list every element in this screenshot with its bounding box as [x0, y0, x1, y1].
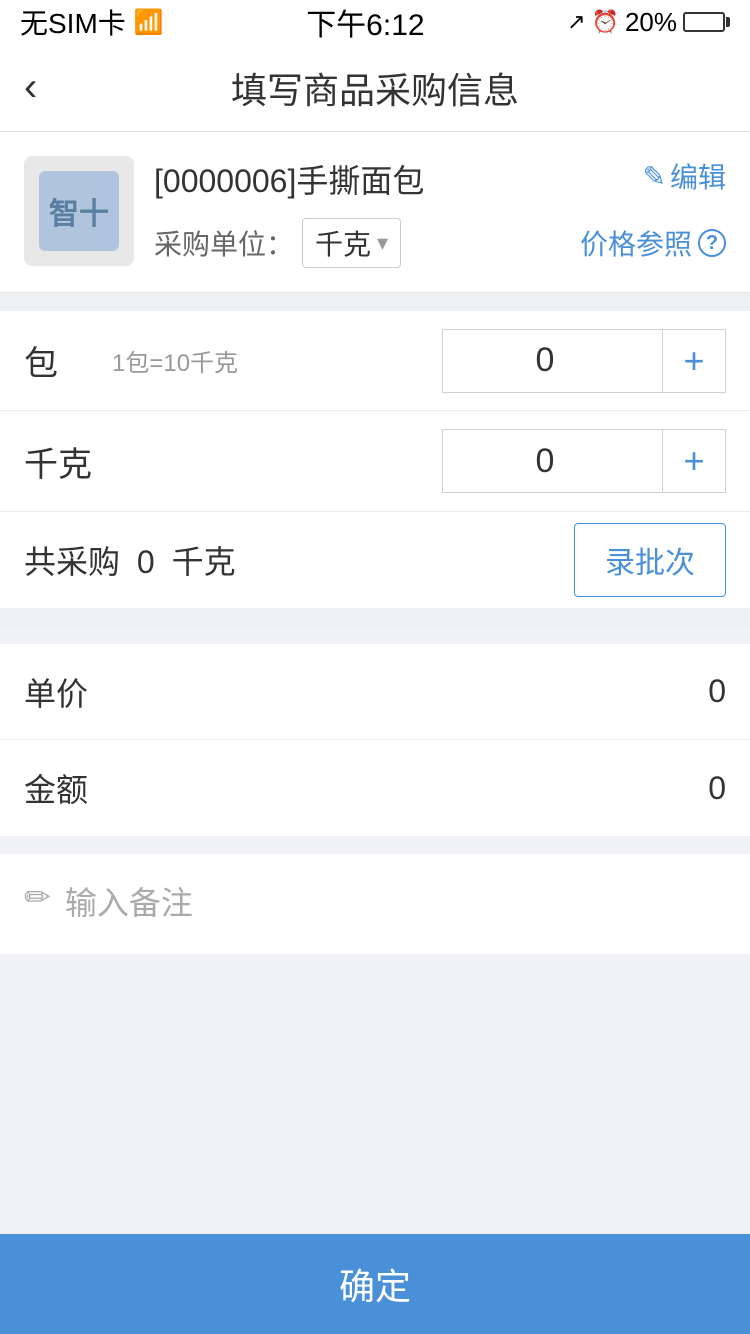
- product-logo: 智十: [39, 171, 119, 251]
- product-name-row: [0000006]手撕面包 ✎ 编辑: [154, 156, 726, 202]
- nav-bar: ‹ 填写商品采购信息: [0, 44, 750, 132]
- kg-input[interactable]: [442, 429, 662, 493]
- product-info: [0000006]手撕面包 ✎ 编辑 采购单位： 千克 ▾ 价格参照 ?: [154, 156, 726, 268]
- back-button[interactable]: ‹: [24, 65, 37, 110]
- bag-input[interactable]: [442, 329, 662, 393]
- amount-label: 金额: [24, 765, 88, 811]
- product-image: 智十: [24, 156, 134, 266]
- battery-icon: [683, 12, 730, 32]
- kg-label: 千克: [24, 437, 104, 486]
- edit-label: 编辑: [670, 156, 726, 196]
- unit-value: 千克: [315, 223, 371, 263]
- record-batch-button[interactable]: 录批次: [574, 523, 726, 597]
- alarm-icon: ⏰: [592, 9, 619, 35]
- kg-plus-button[interactable]: +: [662, 429, 726, 493]
- status-bar: 无SIM卡 📶 下午6:12 ↗ ⏰ 20%: [0, 0, 750, 44]
- status-time: 下午6:12: [306, 0, 424, 44]
- summary-unit: 千克: [172, 544, 236, 580]
- input-section: 包 1包=10千克 + 千克 +: [0, 311, 750, 511]
- wifi-icon: 📶: [134, 8, 164, 37]
- status-left: 无SIM卡 📶: [20, 2, 164, 42]
- summary-section: 共采购 0 千克 录批次: [0, 511, 750, 608]
- unit-price-value: 0: [708, 673, 726, 710]
- amount-value: 0: [708, 770, 726, 807]
- product-card: 智十 [0000006]手撕面包 ✎ 编辑 采购单位： 千克 ▾: [0, 132, 750, 293]
- unit-row: 采购单位： 千克 ▾ 价格参照 ?: [154, 218, 726, 268]
- kg-plus-icon: +: [683, 440, 704, 482]
- amount-row: 金额 0: [0, 740, 750, 836]
- summary-value: 0: [137, 544, 155, 580]
- page-title: 填写商品采购信息: [231, 62, 519, 114]
- pencil-icon: ✏: [24, 878, 51, 916]
- summary-prefix: 共采购: [24, 544, 120, 580]
- bag-hint: 1包=10千克: [112, 343, 442, 378]
- kg-input-row: 千克 +: [0, 411, 750, 511]
- product-name: [0000006]手撕面包: [154, 156, 424, 202]
- edit-button[interactable]: ✎ 编辑: [643, 156, 726, 196]
- carrier-text: 无SIM卡: [20, 2, 126, 42]
- divider-2: [0, 608, 750, 626]
- unit-price-label: 单价: [24, 669, 88, 715]
- bag-label: 包: [24, 336, 104, 385]
- status-right: ↗ ⏰ 20%: [567, 7, 730, 38]
- summary-row: 共采购 0 千克 录批次: [0, 512, 750, 608]
- kg-input-control: +: [442, 429, 726, 493]
- price-ref-button[interactable]: 价格参照 ?: [580, 223, 726, 263]
- bag-input-row: 包 1包=10千克 +: [0, 311, 750, 411]
- unit-label: 采购单位：: [154, 223, 294, 263]
- location-icon: ↗: [567, 9, 585, 35]
- remark-placeholder: 输入备注: [65, 878, 193, 924]
- bag-plus-button[interactable]: +: [662, 329, 726, 393]
- confirm-bar[interactable]: 确定: [0, 1234, 750, 1334]
- remark-section[interactable]: ✏ 输入备注: [0, 854, 750, 954]
- battery-text: 20%: [625, 7, 677, 38]
- chevron-down-icon: ▾: [377, 230, 388, 256]
- unit-select[interactable]: 千克 ▾: [302, 218, 401, 268]
- info-icon: ?: [698, 229, 726, 257]
- plus-icon: +: [683, 340, 704, 382]
- unit-price-row: 单价 0: [0, 644, 750, 740]
- summary-text: 共采购 0 千克: [24, 537, 236, 583]
- edit-icon: ✎: [643, 160, 666, 193]
- price-section: 单价 0 金额 0: [0, 644, 750, 836]
- logo-text: 智十: [49, 189, 109, 233]
- confirm-button[interactable]: 确定: [339, 1258, 411, 1310]
- price-ref-label: 价格参照: [580, 223, 692, 263]
- divider-1: [0, 293, 750, 311]
- bag-input-control: +: [442, 329, 726, 393]
